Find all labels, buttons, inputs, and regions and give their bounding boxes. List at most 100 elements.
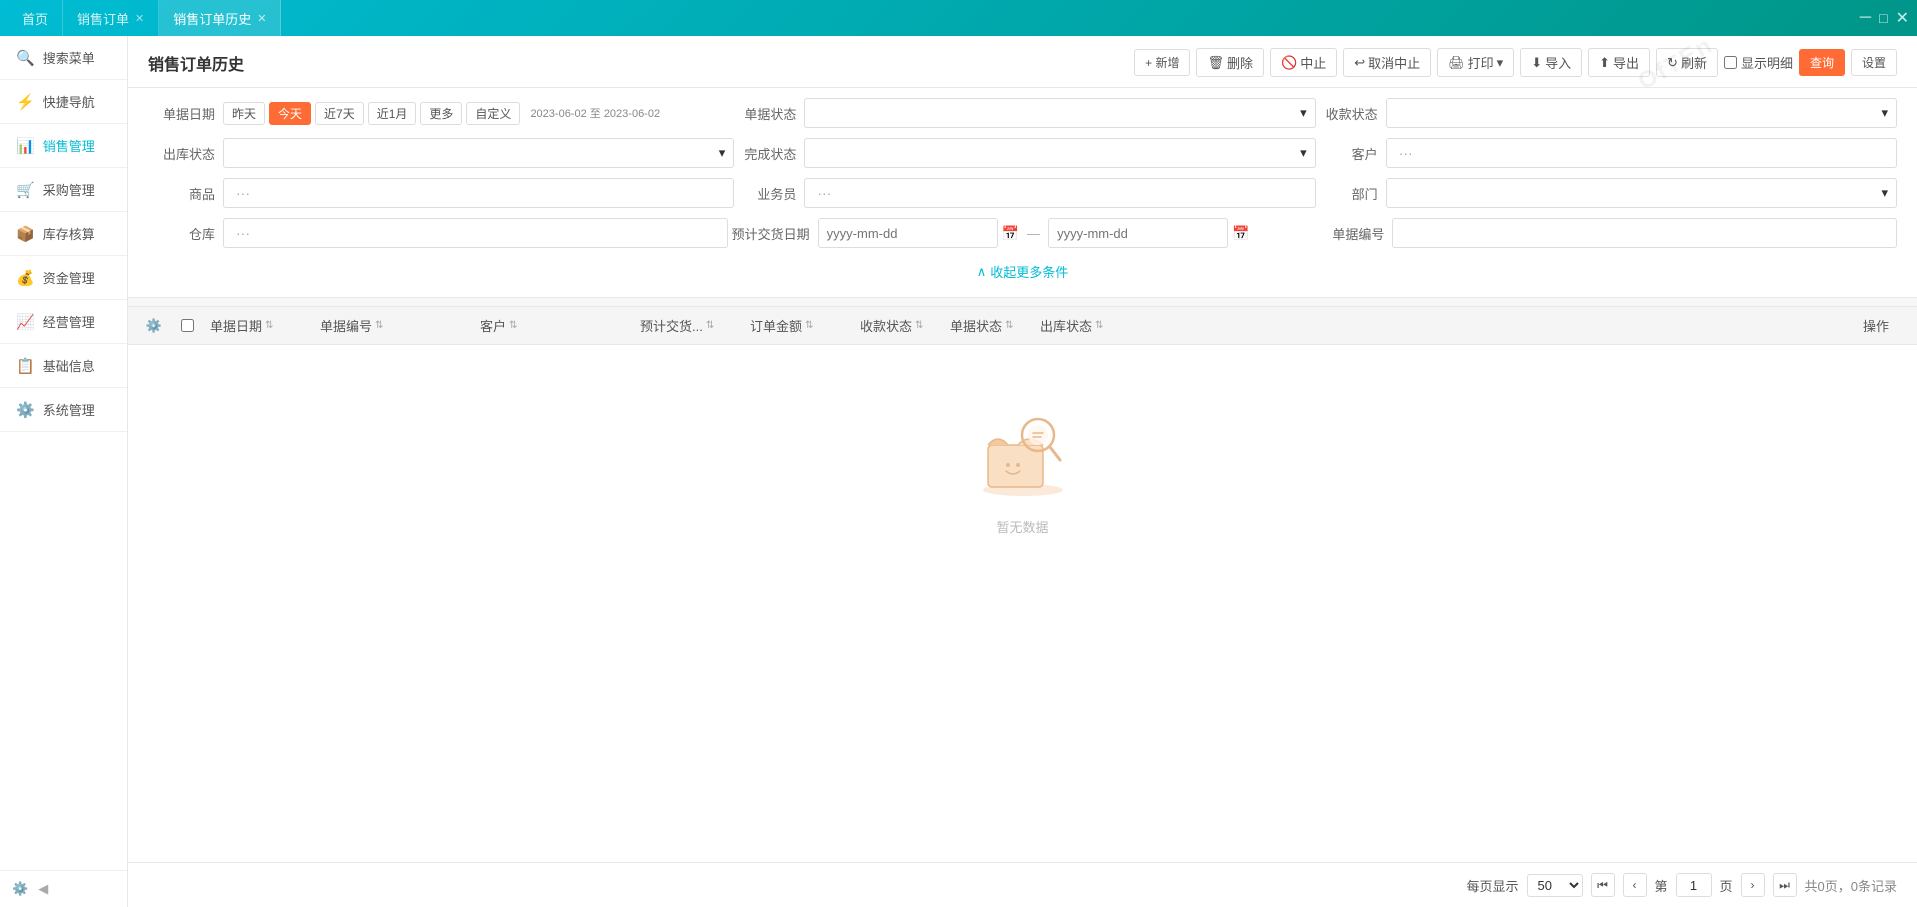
display-detail-toggle[interactable]: 显示明细 [1724,53,1793,72]
refresh-button[interactable]: ↻ 刷新 [1656,48,1718,77]
th-settings[interactable]: ⚙️ [136,318,172,334]
th-date[interactable]: 单据日期 ⇅ [202,316,312,335]
import-button[interactable]: ⬇ 导入 [1520,48,1582,77]
sidebar: 🔍 搜索菜单 ⚡ 快捷导航 📊 销售管理 🛒 采购管理 📦 库存核算 💰 资金管… [0,36,128,907]
th-recv[interactable]: 收款状态 ⇅ [852,316,942,335]
delivery-date-to[interactable] [1048,218,1228,248]
delete-label: 删除 [1227,53,1253,72]
th-bill-sort: ⇅ [1005,320,1013,331]
search-button[interactable]: 查询 [1799,49,1845,76]
print-button[interactable]: 🖨 打印 ▾ [1437,48,1514,77]
th-num-label: 单据编号 [320,316,372,335]
stop-icon: 🚫 [1281,55,1297,71]
date-separator: — [1023,226,1044,241]
warehouse-dots[interactable]: ··· [232,225,254,241]
maximize-icon[interactable]: □ [1879,10,1887,26]
customer-dots[interactable]: ··· [1395,145,1417,161]
sidebar-item-shortcuts[interactable]: ⚡ 快捷导航 [0,80,127,124]
tab-sales-order[interactable]: 销售订单 ✕ [63,0,159,36]
select-all-checkbox[interactable] [181,319,194,332]
page-last-button[interactable]: ⏭ [1773,873,1797,897]
dept-select[interactable]: ▾ [1386,178,1897,208]
sidebar-item-system[interactable]: ⚙️ 系统管理 [0,388,127,432]
page-next-button[interactable]: › [1741,873,1765,897]
th-delivery[interactable]: 预计交货... ⇅ [632,316,742,335]
date-btn-today[interactable]: 今天 [269,102,311,125]
th-num[interactable]: 单据编号 ⇅ [312,316,472,335]
th-stock[interactable]: 出库状态 ⇅ [1032,316,1122,335]
export-button[interactable]: ⬆ 导出 [1588,48,1650,77]
stop-label: 中止 [1300,53,1326,72]
date-range-btns: 昨天 今天 近7天 近1月 更多 自定义 [223,102,520,125]
sidebar-item-sales[interactable]: 📊 销售管理 [0,124,127,168]
delivery-date-control: 📅 — 📅 [818,218,1323,248]
table-footer: 每页显示 50 10 20 100 ⏮ ‹ 第 页 › ⏭ 共0页，0条记录 [128,862,1917,907]
tab-sales-order-close[interactable]: ✕ [135,12,144,25]
tab-sales-history[interactable]: 销售订单历史 ✕ [159,0,281,36]
date-btn-7days[interactable]: 近7天 [315,102,364,125]
display-detail-checkbox[interactable] [1724,56,1737,69]
th-check[interactable] [172,319,202,332]
calendar-from-icon[interactable]: 📅 [1002,225,1019,242]
cancel-stop-button[interactable]: ↩ 取消中止 [1343,48,1431,77]
settings-save-button[interactable]: 设置 [1851,49,1897,76]
salesman-select[interactable]: ··· [804,178,1315,208]
date-btn-yesterday[interactable]: 昨天 [223,102,265,125]
date-btn-more[interactable]: 更多 [420,102,462,125]
delete-button[interactable]: 🗑 删除 [1196,48,1264,77]
sidebar-item-inventory[interactable]: 📦 库存核算 [0,212,127,256]
recv-status-select[interactable]: ▾ [1386,98,1897,128]
delivery-date-from[interactable] [818,218,998,248]
stock-out-select[interactable]: ▾ [223,138,734,168]
th-bill[interactable]: 单据状态 ⇅ [942,316,1032,335]
tab-home[interactable]: 首页 [8,0,63,36]
product-label: 商品 [148,184,223,203]
th-amount-label: 订单金额 [750,316,802,335]
sidebar-item-search[interactable]: 🔍 搜索菜单 [0,36,127,80]
sidebar-item-basics[interactable]: 📋 基础信息 [0,344,127,388]
bill-status-select[interactable]: ▾ [804,98,1315,128]
th-customer[interactable]: 客户 ⇅ [472,316,632,335]
customer-control: ··· [1386,138,1897,168]
dept-label: 部门 [1316,184,1386,203]
minimize-icon[interactable]: ─ [1860,9,1871,27]
th-amount[interactable]: 订单金额 ⇅ [742,316,852,335]
complete-label: 完成状态 [734,144,804,163]
bill-no-input[interactable] [1392,218,1897,248]
salesman-dots[interactable]: ··· [813,185,835,201]
date-control: 昨天 今天 近7天 近1月 更多 自定义 2023-06-02 至 2023-0… [223,102,734,125]
date-btn-1month[interactable]: 近1月 [368,102,417,125]
sidebar-bottom: ⚙️ ◀ [0,870,127,907]
product-dots[interactable]: ··· [232,185,254,201]
print-label: 打印 [1468,53,1494,72]
recv-status-label: 收款状态 [1316,104,1386,123]
complete-control: ▾ [804,138,1315,168]
sidebar-item-operations[interactable]: 📈 经营管理 [0,300,127,344]
tab-sales-history-close[interactable]: ✕ [257,12,266,25]
date-btn-custom[interactable]: 自定义 [466,102,520,125]
customer-select[interactable]: ··· [1386,138,1897,168]
th-recv-sort: ⇅ [915,320,923,331]
page-prev-button[interactable]: ‹ [1623,873,1647,897]
per-page-select[interactable]: 50 10 20 100 [1527,874,1583,897]
sidebar-item-finance[interactable]: 💰 资金管理 [0,256,127,300]
calendar-to-icon[interactable]: 📅 [1232,225,1249,242]
sidebar-settings-icon[interactable]: ⚙️ [12,881,28,897]
page-input[interactable] [1676,873,1712,897]
dept-chevron: ▾ [1881,185,1888,201]
product-select[interactable]: ··· [223,178,734,208]
new-button[interactable]: + 新增 [1134,49,1190,76]
collapse-chevron-icon: ∧ [977,264,987,280]
collapse-row[interactable]: ∧ 收起更多条件 [148,258,1897,287]
close-icon[interactable]: ✕ [1896,8,1909,28]
th-bill-label: 单据状态 [950,316,1002,335]
stop-button[interactable]: 🚫 中止 [1270,48,1337,77]
table-header: ⚙️ 单据日期 ⇅ 单据编号 ⇅ 客户 ⇅ 预计交货... [128,307,1917,345]
page-first-button[interactable]: ⏮ [1591,873,1615,897]
warehouse-select[interactable]: ··· [223,218,728,248]
complete-select[interactable]: ▾ [804,138,1315,168]
salesman-label: 业务员 [734,184,804,203]
sidebar-collapse-icon[interactable]: ◀ [38,881,48,897]
filter-row-2: 出库状态 ▾ 完成状态 ▾ 客户 ··· [148,138,1897,168]
sidebar-item-purchase[interactable]: 🛒 采购管理 [0,168,127,212]
